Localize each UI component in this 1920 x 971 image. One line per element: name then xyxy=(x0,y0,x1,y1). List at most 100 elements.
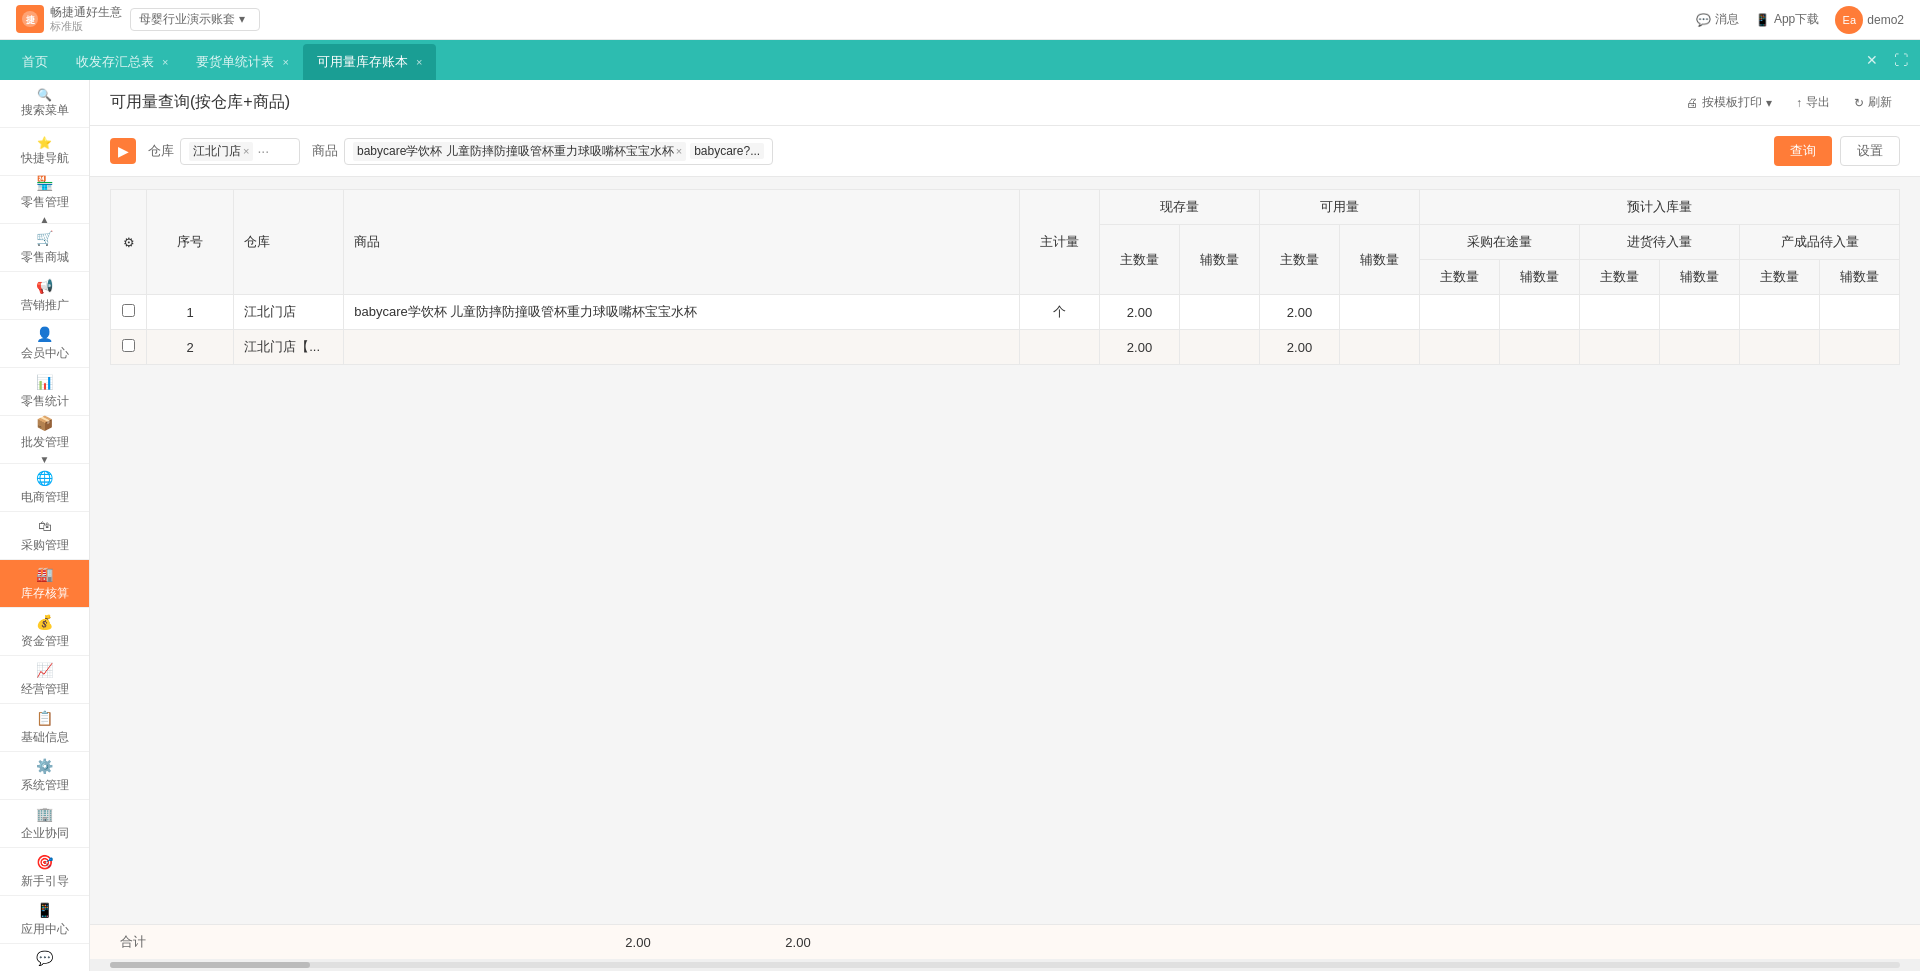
member-icon: 👤 xyxy=(36,326,53,342)
page-title: 可用量查询(按仓库+商品) xyxy=(110,92,290,113)
chevron-wholesale-icon: ▼ xyxy=(40,454,50,465)
tab-home[interactable]: 首页 xyxy=(8,44,62,80)
template-print-btn[interactable]: 🖨 按模板打印 ▾ xyxy=(1678,90,1780,115)
industry-label: 母婴行业演示账套 xyxy=(139,11,235,28)
sidebar-item-finance[interactable]: 💰 资金管理 xyxy=(0,608,89,656)
warehouse-tag-close[interactable]: × xyxy=(243,145,249,157)
logo-text-area: 畅捷通好生意 标准版 xyxy=(50,5,122,34)
sidebar-item-enterprise[interactable]: 🏢 企业协同 xyxy=(0,800,89,848)
avatar: Ea xyxy=(1835,6,1863,34)
content-area: 可用量查询(按仓库+商品) 🖨 按模板打印 ▾ ↑ 导出 ↻ 刷新 xyxy=(90,80,1920,971)
cell-incoming-main xyxy=(1580,330,1660,365)
sidebar-item-retail-mgmt[interactable]: 🏪 零售管理 ▲ xyxy=(0,176,89,224)
app-download-label: App下载 xyxy=(1774,11,1819,28)
sidebar-purchase-label: 采购管理 xyxy=(21,537,69,554)
row-checkbox[interactable] xyxy=(122,339,135,352)
sidebar-item-retail-mall[interactable]: 🛒 零售商城 xyxy=(0,224,89,272)
table-row[interactable]: 1 江北门店 babycare学饮杯 儿童防摔防撞吸管杯重力球吸嘴杯宝宝水杯 个… xyxy=(111,295,1900,330)
filter-actions: 查询 设置 xyxy=(1774,136,1900,166)
product-tag-1-text: babycare学饮杯 儿童防摔防撞吸管杯重力球吸嘴杯宝宝水杯 xyxy=(357,143,674,160)
table-row[interactable]: 2 江北门店【... 2.00 2.00 xyxy=(111,330,1900,365)
sidebar-item-purchase[interactable]: 🛍 采购管理 xyxy=(0,512,89,560)
query-btn[interactable]: 查询 xyxy=(1774,136,1832,166)
sidebar-mall-label: 零售商城 xyxy=(21,249,69,266)
tab-available-stock-close[interactable]: × xyxy=(416,56,422,68)
message-label: 消息 xyxy=(1715,11,1739,28)
warehouse-ellipsis: ··· xyxy=(257,143,269,159)
warehouse-filter-group: 仓库 江北门店 × ··· xyxy=(148,138,300,165)
cell-product xyxy=(344,330,1020,365)
tab-receive-send-close[interactable]: × xyxy=(162,56,168,68)
sidebar-system-label: 系统管理 xyxy=(21,777,69,794)
setting-btn[interactable]: 设置 xyxy=(1840,136,1900,166)
sidebar-item-guide[interactable]: 🎯 新手引导 xyxy=(0,848,89,896)
filter-toggle-btn[interactable]: ▶ xyxy=(110,138,136,164)
th-settings[interactable]: ⚙ xyxy=(111,190,147,295)
th-available-group: 可用量 xyxy=(1260,190,1420,225)
cell-avail-main: 2.00 xyxy=(1260,330,1340,365)
username-label: demo2 xyxy=(1867,13,1904,27)
close-all-icon[interactable]: ✕ xyxy=(1862,48,1882,72)
product-tag-1-close[interactable]: × xyxy=(676,145,682,157)
scroll-track[interactable] xyxy=(110,962,1900,968)
filter-bar: ▶ 仓库 江北门店 × ··· 商品 babycare学饮杯 儿童防摔防撞吸管杯… xyxy=(90,126,1920,177)
sidebar-item-wechat[interactable]: 💬 企业微信 xyxy=(0,944,89,971)
sidebar-finance-label: 资金管理 xyxy=(21,633,69,650)
row-checkbox[interactable] xyxy=(122,304,135,317)
export-btn[interactable]: ↑ 导出 xyxy=(1788,90,1838,115)
top-bar-right: 💬 消息 📱 App下载 Ea demo2 xyxy=(1696,6,1904,34)
ecommerce-icon: 🌐 xyxy=(36,470,53,486)
th-avail-main: 主数量 xyxy=(1260,225,1340,295)
sidebar-item-marketing[interactable]: 📢 营销推广 xyxy=(0,272,89,320)
product-filter-label: 商品 xyxy=(312,142,338,160)
cell-seq: 1 xyxy=(147,295,234,330)
sidebar-item-member[interactable]: 👤 会员中心 xyxy=(0,320,89,368)
sidebar-ops-label: 经营管理 xyxy=(21,681,69,698)
quick-nav-btn[interactable]: ⭐ 快捷导航 xyxy=(0,128,89,176)
sidebar-item-ops[interactable]: 📈 经营管理 xyxy=(0,656,89,704)
refresh-btn[interactable]: ↻ 刷新 xyxy=(1846,90,1900,115)
th-products-main: 主数量 xyxy=(1740,260,1820,295)
horizontal-scrollbar[interactable] xyxy=(90,959,1920,971)
ops-icon: 📈 xyxy=(36,662,53,678)
cell-check[interactable] xyxy=(111,330,147,365)
data-table: ⚙ 序号 仓库 商品 主计量 现存量 可用量 预计入库量 主数量 辅数量 主数量… xyxy=(110,189,1900,365)
warehouse-input[interactable]: 江北门店 × ··· xyxy=(180,138,300,165)
tab-receive-send[interactable]: 收发存汇总表 × xyxy=(62,44,182,80)
svg-text:捷: 捷 xyxy=(25,15,36,25)
th-incoming-group: 进货待入量 xyxy=(1580,225,1740,260)
sidebar-item-retail-stats[interactable]: 📊 零售统计 xyxy=(0,368,89,416)
expand-icon[interactable]: ⛶ xyxy=(1890,48,1912,72)
th-warehouse: 仓库 xyxy=(234,190,344,295)
search-icon: 🔍 xyxy=(37,88,52,102)
refresh-icon: ↻ xyxy=(1854,96,1864,110)
sidebar-item-ecommerce[interactable]: 🌐 电商管理 xyxy=(0,464,89,512)
sidebar-item-stock-check[interactable]: 🏭 库存核算 xyxy=(0,560,89,608)
tab-available-stock[interactable]: 可用量库存账本 × xyxy=(303,44,436,80)
sidebar-guide-label: 新手引导 xyxy=(21,873,69,890)
sidebar-item-wholesale[interactable]: 📦 批发管理 ▼ xyxy=(0,416,89,464)
table-footer: 合计 2.00 2.00 xyxy=(90,924,1920,959)
basic-icon: 📋 xyxy=(36,710,53,726)
app-download-btn[interactable]: 📱 App下载 xyxy=(1755,11,1819,28)
message-btn[interactable]: 💬 消息 xyxy=(1696,11,1739,28)
th-purchase-on-way-group: 采购在途量 xyxy=(1420,225,1580,260)
cell-warehouse: 江北门店【... xyxy=(234,330,344,365)
tab-receive-send-label: 收发存汇总表 xyxy=(76,53,154,71)
sidebar-stock-label: 库存核算 xyxy=(21,585,69,602)
sidebar-item-app-center[interactable]: 📱 应用中心 xyxy=(0,896,89,944)
page-header: 可用量查询(按仓库+商品) 🖨 按模板打印 ▾ ↑ 导出 ↻ 刷新 xyxy=(90,80,1920,126)
system-icon: ⚙️ xyxy=(36,758,53,774)
search-menu-btn[interactable]: 🔍 搜索菜单 xyxy=(0,80,89,128)
scroll-thumb[interactable] xyxy=(110,962,310,968)
tab-order-stats[interactable]: 要货单统计表 × xyxy=(182,44,302,80)
cell-main-unit: 个 xyxy=(1020,295,1100,330)
cell-check[interactable] xyxy=(111,295,147,330)
cell-warehouse: 江北门店 xyxy=(234,295,344,330)
sidebar-item-system[interactable]: ⚙️ 系统管理 xyxy=(0,752,89,800)
industry-selector[interactable]: 母婴行业演示账套 ▾ xyxy=(130,8,260,31)
tab-order-stats-close[interactable]: × xyxy=(282,56,288,68)
sidebar-item-basic[interactable]: 📋 基础信息 xyxy=(0,704,89,752)
user-area[interactable]: Ea demo2 xyxy=(1835,6,1904,34)
product-input[interactable]: babycare学饮杯 儿童防摔防撞吸管杯重力球吸嘴杯宝宝水杯 × babyca… xyxy=(344,138,773,165)
